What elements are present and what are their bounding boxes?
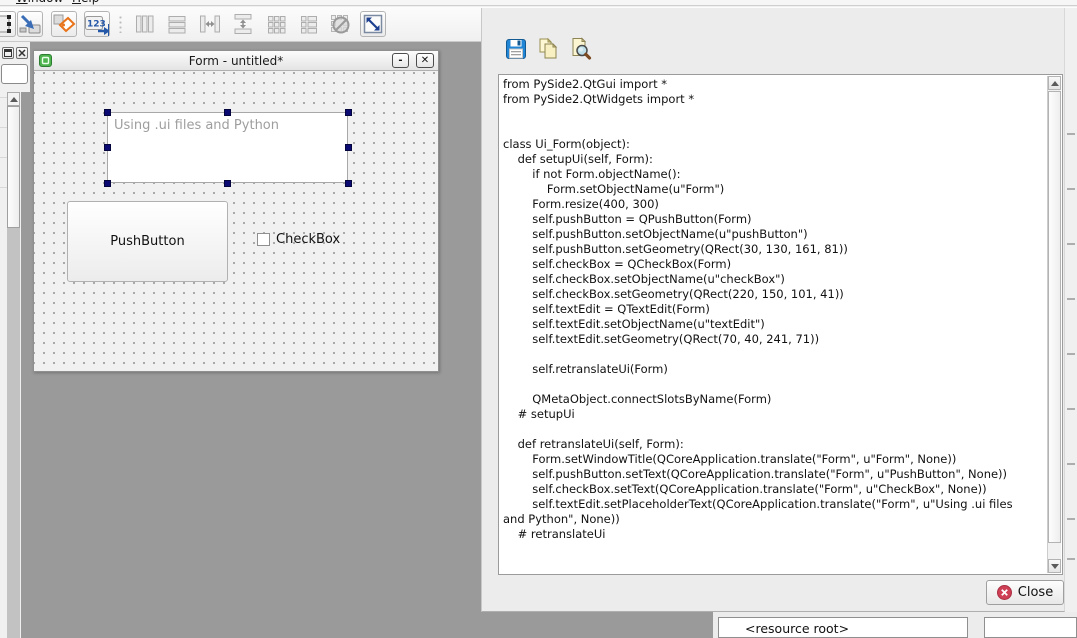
copy-icon <box>536 37 560 61</box>
resource-side-box <box>984 617 1077 638</box>
close-icon <box>18 49 26 57</box>
resource-browser-panel: <resource root> <box>713 612 1077 638</box>
edit-widgets-button[interactable] <box>0 11 16 37</box>
save-code-button[interactable] <box>503 36 529 62</box>
adjust-size-button[interactable] <box>360 11 386 37</box>
break-layout-icon <box>329 13 351 35</box>
buddy-tag-icon <box>52 13 76 35</box>
menubar: Window Help <box>0 0 1077 6</box>
scrollbar-up-button[interactable] <box>1048 76 1061 90</box>
form-close-button[interactable]: ✕ <box>416 53 434 68</box>
save-icon <box>505 38 527 60</box>
edge-tick <box>1067 463 1075 465</box>
edge-tick <box>1067 353 1075 355</box>
tab-order-icon: 123 <box>85 12 109 36</box>
selection-handle-top-right[interactable] <box>345 109 352 116</box>
menu-help[interactable]: Help <box>72 0 99 5</box>
copy-code-button[interactable] <box>535 36 561 62</box>
list-divider <box>0 127 7 128</box>
splitter-vertical-icon <box>232 12 254 36</box>
widget-box-list <box>0 92 21 638</box>
list-divider <box>0 187 7 188</box>
selection-handle-top-left[interactable] <box>104 109 111 116</box>
layout-vertical-icon <box>166 13 188 35</box>
edge-tick <box>1067 408 1075 410</box>
scrollbar-down-button[interactable] <box>1048 559 1061 573</box>
checkbox-box[interactable] <box>257 233 270 246</box>
right-panel-edge <box>1065 8 1077 612</box>
layout-splitter-vertical-button[interactable] <box>230 11 256 37</box>
float-icon <box>4 49 12 57</box>
break-layout-button[interactable] <box>327 11 353 37</box>
layout-splitter-horizontal-button[interactable] <box>197 11 223 37</box>
edge-tick <box>1067 188 1075 190</box>
widget-box-dock-header <box>0 42 30 92</box>
list-divider <box>0 97 7 98</box>
edit-signals-slots-button[interactable] <box>17 11 43 37</box>
dock-close-button[interactable] <box>16 47 28 59</box>
layout-form-button[interactable] <box>296 11 322 37</box>
resource-root-item[interactable]: <resource root> <box>745 621 849 636</box>
form-window-titlebar[interactable]: Form - untitled* - ✕ <box>34 51 438 71</box>
edge-tick <box>1067 558 1075 560</box>
close-dialog-button[interactable]: Close <box>986 580 1064 605</box>
qt-designer-window: Window Help <box>0 0 1077 638</box>
dock-scrollbar-track[interactable] <box>7 228 20 638</box>
find-in-code-button[interactable] <box>567 36 593 62</box>
widget-filter-input[interactable] <box>1 64 28 84</box>
edge-tick <box>1067 133 1075 135</box>
scrollbar-thumb[interactable] <box>1048 91 1061 543</box>
selection-handle-bottom-left[interactable] <box>104 180 111 187</box>
form-editor-window: Form - untitled* - ✕ Using .ui files and… <box>33 50 439 372</box>
selection-handle-middle-right[interactable] <box>345 144 352 151</box>
close-icon <box>997 585 1012 600</box>
edit-buddies-button[interactable] <box>51 11 77 37</box>
mdi-area-bottom <box>481 612 713 638</box>
edit-widgets-icon <box>0 13 14 35</box>
arrow-up-icon <box>10 97 18 102</box>
form-minimize-button[interactable]: - <box>392 53 409 68</box>
edge-tick <box>1067 518 1075 520</box>
resource-tree[interactable]: <resource root> <box>718 617 968 638</box>
selection-handle-middle-left[interactable] <box>104 144 111 151</box>
edge-tick <box>1067 298 1075 300</box>
code-scrollbar <box>1047 76 1061 573</box>
svg-text:123: 123 <box>87 20 106 30</box>
generated-code-view[interactable]: from PySide2.QtGui import * from PySide2… <box>498 74 1063 575</box>
grid-layout-icon <box>265 13 287 35</box>
layout-horizontal-button[interactable] <box>131 11 157 37</box>
python-code-text: from PySide2.QtGui import * from PySide2… <box>503 77 1046 542</box>
checkbox-widget[interactable]: CheckBox <box>257 232 340 247</box>
code-preview-dialog: from PySide2.QtGui import * from PySide2… <box>481 8 1065 612</box>
dock-float-button[interactable] <box>2 47 14 59</box>
layout-horizontal-icon <box>133 13 155 35</box>
layout-vertical-button[interactable] <box>164 11 190 37</box>
pushbutton-widget[interactable]: PushButton <box>67 201 228 282</box>
selection-handle-bottom-middle[interactable] <box>224 180 231 187</box>
form-layout-icon <box>298 13 320 35</box>
edge-tick <box>1067 243 1075 245</box>
splitter-horizontal-icon <box>198 13 222 35</box>
close-button-label: Close <box>1018 585 1053 600</box>
selection-handle-bottom-right[interactable] <box>345 180 352 187</box>
dock-scrollbar-thumb[interactable] <box>7 106 20 228</box>
layout-grid-button[interactable] <box>263 11 289 37</box>
list-divider <box>0 157 7 158</box>
toolbar-separator <box>119 15 122 33</box>
arrow-up-icon <box>1051 81 1059 86</box>
textedit-widget[interactable]: Using .ui files and Python <box>107 112 348 183</box>
adjust-size-icon <box>362 13 384 35</box>
menu-window[interactable]: Window <box>16 0 63 5</box>
signals-slots-icon <box>18 13 42 35</box>
form-window-title: Form - untitled* <box>34 54 438 68</box>
selection-handle-top-middle[interactable] <box>224 109 231 116</box>
dock-scrollbar-up-button[interactable] <box>7 92 20 106</box>
edit-tab-order-button[interactable]: 123 <box>84 11 110 37</box>
arrow-down-icon <box>1051 564 1059 569</box>
checkbox-label: CheckBox <box>276 232 340 247</box>
find-icon <box>568 37 592 61</box>
